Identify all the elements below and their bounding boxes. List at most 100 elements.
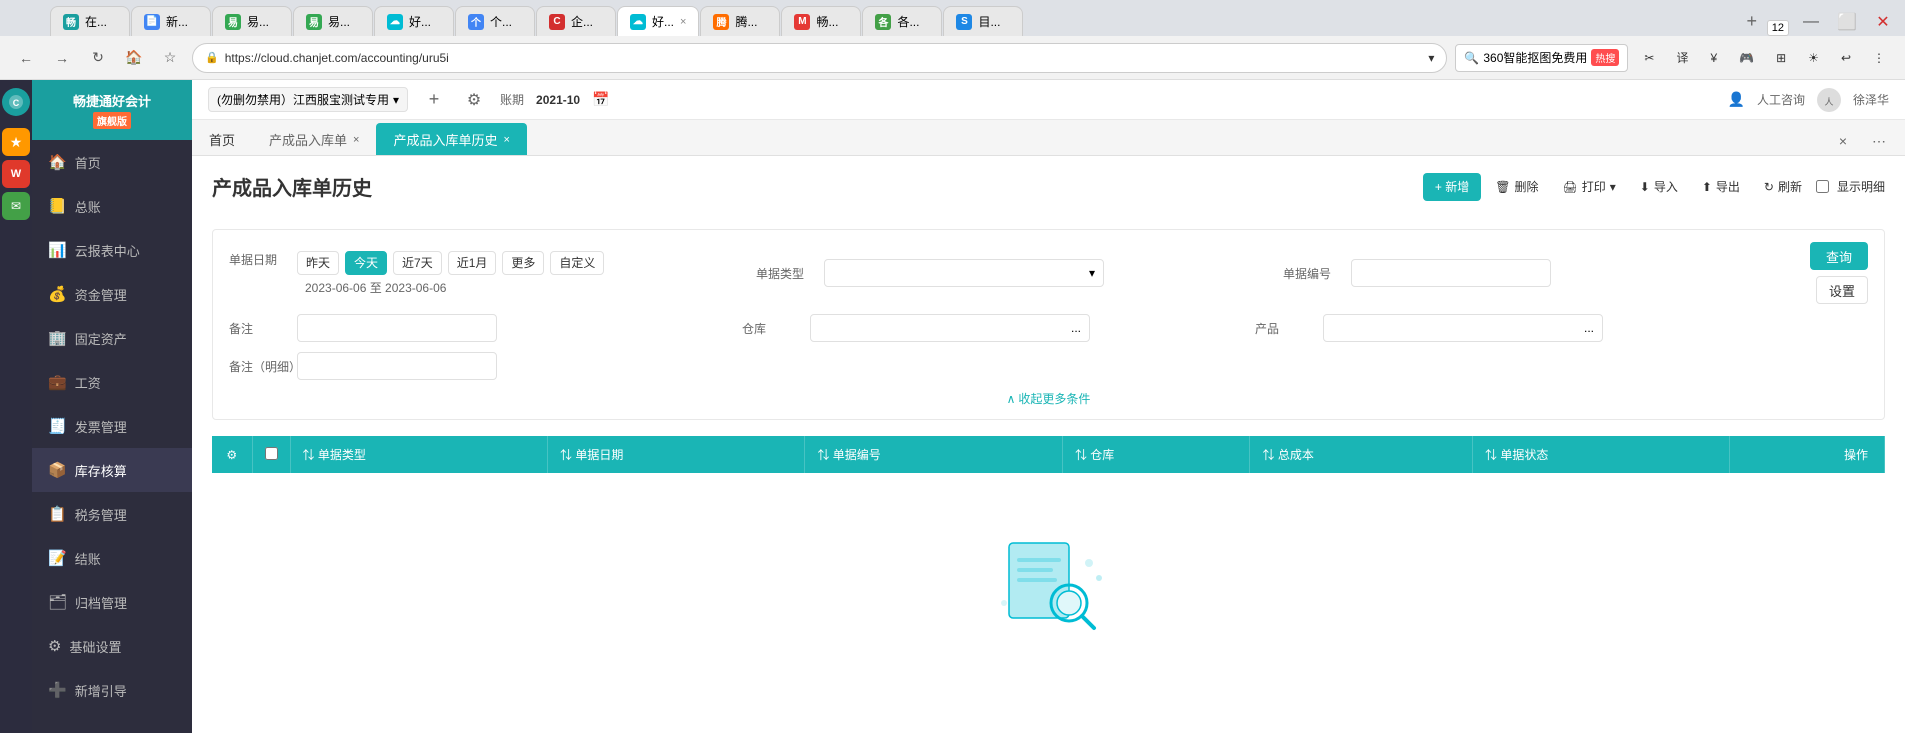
sidebar-item-payroll[interactable]: 💼 工资	[32, 360, 192, 404]
sidebar-icon-weibo[interactable]: W	[2, 160, 30, 188]
tab-12-text: 目...	[978, 13, 1010, 30]
sidebar-item-home[interactable]: 🏠 首页	[32, 140, 192, 184]
refresh-button[interactable]: ↻	[84, 44, 112, 72]
theme-button[interactable]: ☀	[1800, 44, 1827, 72]
sidebar-item-new-form[interactable]: ➕ 新增引导	[32, 668, 192, 712]
address-bar[interactable]: 🔒 https://cloud.chanjet.com/accounting/u…	[192, 43, 1447, 73]
forward-button[interactable]: →	[48, 44, 76, 72]
browser-tab-10[interactable]: M 畅...	[781, 6, 861, 36]
page-tab-list[interactable]: 产成品入库单 ×	[252, 123, 376, 155]
browser-tab-7[interactable]: C 企...	[536, 6, 616, 36]
sidebar-item-invoice[interactable]: 🧾 发票管理	[32, 404, 192, 448]
apps-button[interactable]: ⊞	[1768, 44, 1794, 72]
app-nav-header: 畅捷通好会计 旗舰版	[32, 80, 192, 140]
type-filter-select[interactable]: ▾	[824, 259, 1104, 287]
export-button[interactable]: ⬆ 导出	[1692, 173, 1750, 201]
close-panel-button[interactable]: ×	[1829, 127, 1857, 155]
date-btn-more[interactable]: 更多	[502, 251, 544, 275]
panel-more-button[interactable]: ⋯	[1865, 127, 1893, 155]
table-col-doc-type[interactable]: ⇅ 单据类型	[290, 436, 547, 473]
sidebar-icon-email[interactable]: ✉	[2, 192, 30, 220]
user-service-label[interactable]: 人工咨询	[1757, 91, 1805, 108]
date-btn-today[interactable]: 今天	[345, 251, 387, 275]
gamepad-button[interactable]: 🎮	[1731, 44, 1762, 72]
table-col-doc-number[interactable]: ⇅ 单据编号	[805, 436, 1062, 473]
warehouse-filter-select[interactable]: ...	[810, 314, 1090, 342]
window-close-button[interactable]: ✕	[1869, 8, 1897, 36]
note-filter-label: 备注	[229, 320, 289, 337]
table-col-warehouse[interactable]: ⇅ 仓库	[1062, 436, 1250, 473]
display-toggle[interactable]: 显示明细	[1816, 178, 1885, 195]
table-col-doc-status[interactable]: ⇅ 单据状态	[1472, 436, 1729, 473]
company-settings-button[interactable]: ⚙	[460, 86, 488, 114]
table-col-checkbox[interactable]	[252, 436, 290, 473]
sidebar-item-inventory[interactable]: 📦 库存核算	[32, 448, 192, 492]
sidebar-item-report-center[interactable]: 📊 云报表中心	[32, 228, 192, 272]
browser-tab-6[interactable]: 个 个...	[455, 6, 535, 36]
delete-button[interactable]: 🗑 删除	[1485, 173, 1548, 201]
sidebar-item-fund-management[interactable]: 💰 资金管理	[32, 272, 192, 316]
back-button[interactable]: ←	[12, 44, 40, 72]
browser-tab-3[interactable]: 易 易...	[212, 6, 292, 36]
browser-tab-11[interactable]: 各 各...	[862, 6, 942, 36]
tab-count: 12	[1767, 20, 1789, 36]
browser-tab-1[interactable]: 畅 在...	[50, 6, 130, 36]
date-btn-1month[interactable]: 近1月	[448, 251, 497, 275]
settings-button[interactable]: ⋮	[1865, 44, 1893, 72]
table-col-doc-date[interactable]: ⇅ 单据日期	[547, 436, 804, 473]
import-button[interactable]: ⬇ 导入	[1630, 173, 1688, 201]
translate-button[interactable]: 译	[1668, 44, 1696, 72]
table-col-gear[interactable]: ⚙	[212, 436, 252, 473]
col-doc-status-label: ⇅ 单据状态	[1485, 448, 1548, 462]
sidebar-item-settlement-label: 结账	[75, 549, 101, 568]
product-filter-select[interactable]: ...	[1323, 314, 1603, 342]
new-record-button[interactable]: + 新增	[1423, 173, 1481, 201]
sidebar-item-tax[interactable]: 📋 税务管理	[32, 492, 192, 536]
tab-8-close-icon[interactable]: ×	[680, 16, 686, 28]
home-button[interactable]: 🏠	[120, 44, 148, 72]
detail-note-filter-input[interactable]	[297, 352, 497, 380]
date-btn-7days[interactable]: 近7天	[393, 251, 442, 275]
app-logo-icon[interactable]: C	[2, 88, 30, 116]
page-tab-list-close-icon[interactable]: ×	[353, 134, 359, 146]
date-btn-yesterday[interactable]: 昨天	[297, 251, 339, 275]
new-tab-button[interactable]: +	[1737, 6, 1767, 36]
page-tab-history[interactable]: 产成品入库单历史 ×	[376, 123, 526, 155]
browser-tab-5[interactable]: ☁ 好...	[374, 6, 454, 36]
sidebar-item-general-ledger[interactable]: 📒 总账	[32, 184, 192, 228]
add-company-button[interactable]: +	[420, 86, 448, 114]
window-maximize-button[interactable]: ⬜	[1833, 8, 1861, 36]
sidebar-item-fixed-assets[interactable]: 🏢 固定资产	[32, 316, 192, 360]
company-selector[interactable]: (勿删勿禁用）江西服宝测试专用 ▾	[208, 87, 408, 112]
date-btn-custom[interactable]: 自定义	[550, 251, 604, 275]
table-col-total-cost[interactable]: ⇅ 总成本	[1250, 436, 1473, 473]
refresh-data-button[interactable]: ↻ 刷新	[1754, 173, 1812, 201]
page-tab-home[interactable]: 首页	[192, 123, 252, 155]
browser-tab-9[interactable]: 腾 腾...	[700, 6, 780, 36]
undo-button[interactable]: ↩	[1833, 44, 1859, 72]
bookmark-button[interactable]: ☆	[156, 44, 184, 72]
page-tab-history-close-icon[interactable]: ×	[503, 134, 509, 146]
filter-setting-button[interactable]: 设置	[1816, 276, 1868, 304]
currency-button[interactable]: ¥	[1702, 44, 1725, 72]
browser-search-box[interactable]: 🔍 360智能抠图免费用 热搜	[1455, 44, 1628, 72]
print-button[interactable]: 🖨 打印 ▾	[1552, 173, 1625, 201]
empty-state-icon	[232, 533, 1865, 652]
display-toggle-checkbox[interactable]	[1816, 180, 1829, 193]
browser-tab-2[interactable]: 📄 新...	[131, 6, 211, 36]
browser-tab-4[interactable]: 易 易...	[293, 6, 373, 36]
doc-number-filter-input[interactable]	[1351, 259, 1551, 287]
sidebar-item-archive[interactable]: 🗂 归档管理	[32, 580, 192, 624]
window-minimize-button[interactable]: —	[1797, 8, 1825, 36]
collapse-filter-button[interactable]: ∧ 收起更多条件	[229, 390, 1868, 407]
browser-tab-12[interactable]: S 目...	[943, 6, 1023, 36]
scissors-button[interactable]: ✂	[1636, 44, 1662, 72]
period-calendar-icon[interactable]: 📅	[592, 91, 609, 108]
note-filter-input[interactable]	[297, 314, 497, 342]
browser-tab-8[interactable]: ☁ 好... ×	[617, 6, 699, 36]
table-select-all-checkbox[interactable]	[265, 447, 278, 460]
sidebar-icon-star[interactable]: ★	[2, 128, 30, 156]
sidebar-item-basic-settings[interactable]: ⚙ 基础设置	[32, 624, 192, 668]
sidebar-item-settlement[interactable]: 📝 结账	[32, 536, 192, 580]
query-button[interactable]: 查询	[1810, 242, 1868, 270]
